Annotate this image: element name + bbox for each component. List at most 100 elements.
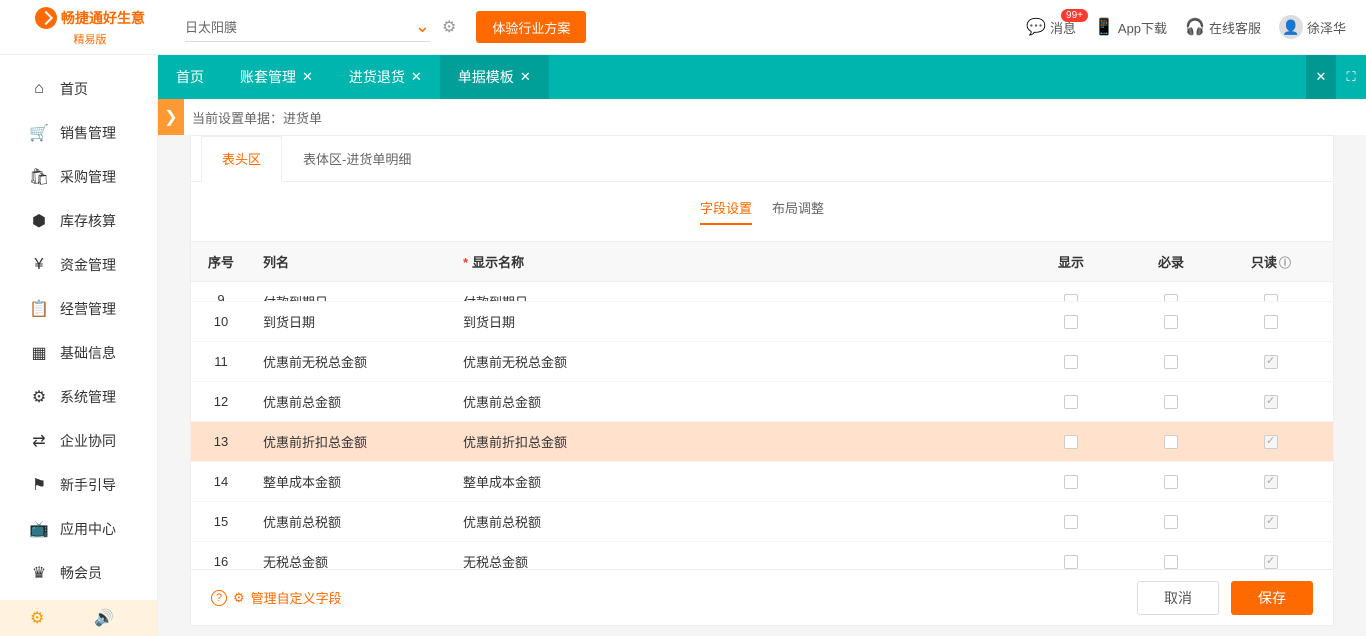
checkbox[interactable] bbox=[1064, 475, 1078, 489]
sidebar-item-4[interactable]: ¥资金管理 bbox=[0, 243, 157, 287]
close-icon[interactable]: ✕ bbox=[520, 69, 531, 85]
cell-display[interactable]: 优惠前无税总金额 bbox=[451, 342, 1021, 381]
cell-show bbox=[1021, 504, 1121, 540]
checkbox[interactable] bbox=[1064, 355, 1078, 369]
user-menu[interactable]: 👤 徐泽华 bbox=[1279, 15, 1346, 39]
checkbox[interactable] bbox=[1064, 435, 1078, 449]
col-readonly: 只读ⓘ bbox=[1221, 242, 1321, 281]
cell-show bbox=[1021, 344, 1121, 380]
sidebar-item-5[interactable]: 📋经营管理 bbox=[0, 287, 157, 331]
section-tab-0[interactable]: 表头区 bbox=[201, 136, 282, 182]
volume-icon[interactable]: 🔊 bbox=[94, 608, 114, 628]
checkbox[interactable] bbox=[1064, 555, 1078, 569]
sub-tab-0[interactable]: 字段设置 bbox=[700, 198, 752, 225]
close-tab-button[interactable]: ✕ bbox=[1306, 55, 1336, 99]
table-row[interactable]: 9付款到期日付款到期日 bbox=[191, 282, 1333, 302]
arrow-right-icon: ❯ bbox=[158, 99, 184, 135]
sidebar-label: 经营管理 bbox=[60, 299, 116, 319]
checkbox[interactable] bbox=[1064, 294, 1078, 302]
checkbox[interactable] bbox=[1264, 515, 1278, 529]
cell-name: 无税总金额 bbox=[251, 542, 451, 569]
company-selector[interactable]: 日太阳膜 ⌄ bbox=[185, 12, 430, 42]
table-body[interactable]: 9付款到期日付款到期日10到货日期到货日期11优惠前无税总金额优惠前无税总金额1… bbox=[191, 282, 1333, 569]
table-row[interactable]: 10到货日期到货日期 bbox=[191, 302, 1333, 342]
cancel-button[interactable]: 取消 bbox=[1137, 581, 1219, 615]
settings-icon[interactable]: ⚙ bbox=[30, 608, 44, 628]
table-row[interactable]: 13优惠前折扣总金额优惠前折扣总金额 bbox=[191, 422, 1333, 462]
cell-display[interactable]: 付款到期日 bbox=[451, 282, 1021, 302]
sidebar-label: 资金管理 bbox=[60, 255, 116, 275]
online-service-link[interactable]: 🎧 在线客服 bbox=[1185, 17, 1261, 37]
checkbox[interactable] bbox=[1164, 435, 1178, 449]
checkbox[interactable] bbox=[1264, 315, 1278, 329]
sidebar-item-3[interactable]: ⬢库存核算 bbox=[0, 199, 157, 243]
cell-name: 付款到期日 bbox=[251, 282, 451, 302]
sidebar-item-9[interactable]: ⚑ 新手引导 bbox=[0, 463, 157, 507]
sidebar-item-7[interactable]: ⚙系统管理 bbox=[0, 375, 157, 419]
checkbox[interactable] bbox=[1264, 395, 1278, 409]
checkbox[interactable] bbox=[1264, 475, 1278, 489]
messages-link[interactable]: 💬 消息 99+ bbox=[1026, 17, 1076, 37]
checkbox[interactable] bbox=[1164, 475, 1178, 489]
table-row[interactable]: 12优惠前总金额优惠前总金额 bbox=[191, 382, 1333, 422]
checkbox[interactable] bbox=[1164, 515, 1178, 529]
sidebar-label: 新手引导 bbox=[60, 475, 116, 495]
table-row[interactable]: 15优惠前总税额优惠前总税额 bbox=[191, 502, 1333, 542]
save-button[interactable]: 保存 bbox=[1231, 581, 1313, 615]
sub-tab-1[interactable]: 布局调整 bbox=[772, 198, 824, 225]
table-row[interactable]: 16无税总金额无税总金额 bbox=[191, 542, 1333, 569]
cell-seq: 11 bbox=[191, 344, 251, 379]
sidebar-item-2[interactable]: 🛍采购管理 bbox=[0, 155, 157, 199]
col-show: 显示 bbox=[1021, 242, 1121, 281]
cell-seq: 9 bbox=[191, 282, 251, 302]
cell-display[interactable]: 优惠前折扣总金额 bbox=[451, 422, 1021, 461]
cell-display[interactable]: 优惠前总税额 bbox=[451, 502, 1021, 541]
manage-custom-fields-link[interactable]: ? ⚙ 管理自定义字段 bbox=[211, 588, 342, 607]
table-row[interactable]: 11优惠前无税总金额优惠前无税总金额 bbox=[191, 342, 1333, 382]
checkbox[interactable] bbox=[1264, 355, 1278, 369]
close-icon[interactable]: ✕ bbox=[411, 69, 422, 85]
checkbox[interactable] bbox=[1164, 395, 1178, 409]
sidebar-item-6[interactable]: ▦基础信息 bbox=[0, 331, 157, 375]
experience-button[interactable]: 体验行业方案 bbox=[476, 11, 586, 43]
sidebar-icon: ⬢ bbox=[30, 212, 48, 230]
cell-display[interactable]: 优惠前总金额 bbox=[451, 382, 1021, 421]
sidebar-item-8[interactable]: ⇄企业协同 bbox=[0, 419, 157, 463]
checkbox[interactable] bbox=[1164, 355, 1178, 369]
checkbox[interactable] bbox=[1164, 315, 1178, 329]
gear-icon[interactable]: ⚙ bbox=[442, 17, 456, 37]
checkbox[interactable] bbox=[1264, 294, 1278, 302]
checkbox[interactable] bbox=[1164, 555, 1178, 569]
expand-button[interactable]: ⛶ bbox=[1336, 55, 1366, 99]
checkbox[interactable] bbox=[1064, 515, 1078, 529]
checkbox[interactable] bbox=[1064, 395, 1078, 409]
sidebar-item-0[interactable]: ⌂首页 bbox=[0, 67, 157, 111]
table-row[interactable]: 14整单成本金额整单成本金额 bbox=[191, 462, 1333, 502]
tab-0[interactable]: 首页 bbox=[158, 55, 222, 99]
checkbox[interactable] bbox=[1164, 294, 1178, 302]
cell-display[interactable]: 到货日期 bbox=[451, 302, 1021, 341]
close-icon[interactable]: ✕ bbox=[302, 69, 313, 85]
cell-readonly bbox=[1221, 384, 1321, 420]
footer-bar: ? ⚙ 管理自定义字段 取消 保存 bbox=[191, 569, 1333, 625]
sidebar-icon: 📺 bbox=[30, 520, 48, 538]
sidebar-item-1[interactable]: 🛒销售管理 bbox=[0, 111, 157, 155]
checkbox[interactable] bbox=[1264, 435, 1278, 449]
sidebar-icon: ⚑ bbox=[30, 476, 48, 494]
sidebar-item-11[interactable]: ♛畅会员 bbox=[0, 551, 157, 595]
checkbox[interactable] bbox=[1264, 555, 1278, 569]
cell-display[interactable]: 整单成本金额 bbox=[451, 462, 1021, 501]
app-download-link[interactable]: 📱 App下载 bbox=[1094, 17, 1167, 37]
sidebar-icon: 🛒 bbox=[30, 124, 48, 142]
cell-display[interactable]: 无税总金额 bbox=[451, 542, 1021, 569]
cell-name: 优惠前无税总金额 bbox=[251, 342, 451, 381]
cell-required bbox=[1121, 464, 1221, 500]
section-tab-1[interactable]: 表体区-进货单明细 bbox=[282, 136, 432, 181]
tab-1[interactable]: 账套管理✕ bbox=[222, 55, 331, 99]
username: 徐泽华 bbox=[1307, 18, 1346, 37]
sidebar-item-10[interactable]: 📺应用中心 bbox=[0, 507, 157, 551]
cell-seq: 16 bbox=[191, 544, 251, 569]
tab-3[interactable]: 单据模板✕ bbox=[440, 55, 549, 99]
checkbox[interactable] bbox=[1064, 315, 1078, 329]
tab-2[interactable]: 进货退货✕ bbox=[331, 55, 440, 99]
